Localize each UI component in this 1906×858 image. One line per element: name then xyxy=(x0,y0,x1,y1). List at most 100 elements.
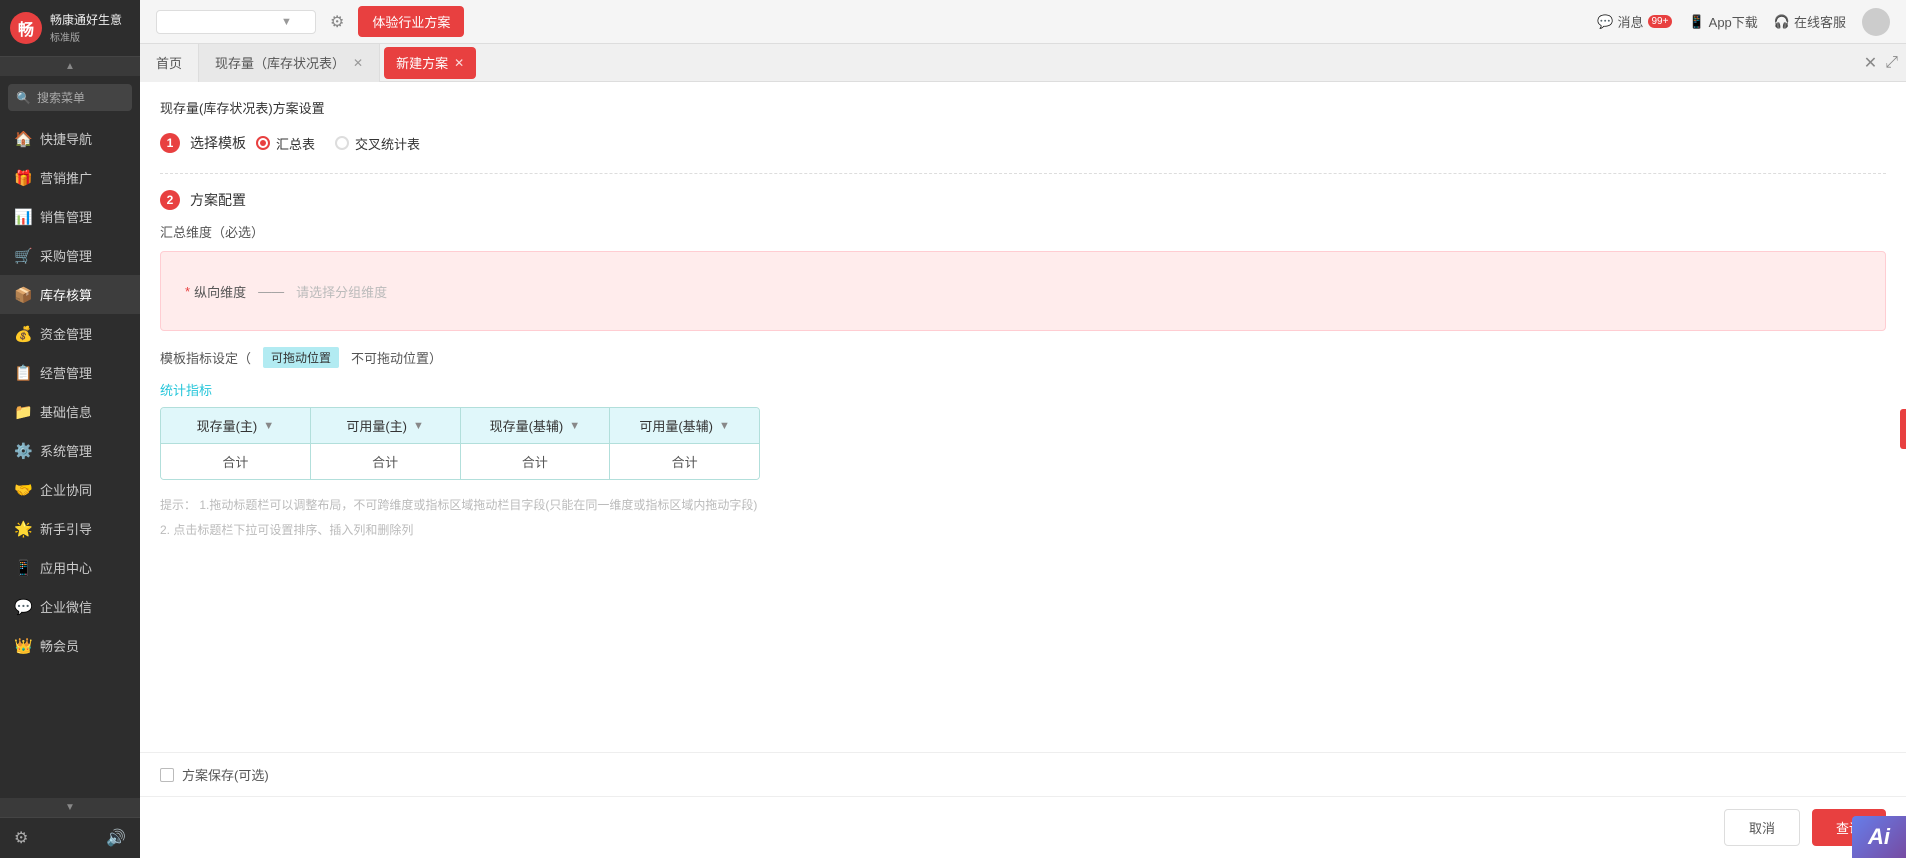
save-checkbox[interactable] xyxy=(160,768,174,782)
headset-icon: 🎧 xyxy=(1774,14,1790,30)
scroll-down-arrow[interactable]: ▼ xyxy=(63,800,77,815)
sidebar-item-label-sales: 销售管理 xyxy=(40,207,92,226)
sidebar-item-operations[interactable]: 📋 经营管理 xyxy=(0,353,140,392)
stats-col-header-1[interactable]: 可用量(主) ▼ xyxy=(311,408,461,443)
hints-section: 提示： 1.拖动标题栏可以调整布局，不可跨维度或指标区域拖动栏目字段(只能在同一… xyxy=(160,496,1886,540)
radio-summary-dot xyxy=(256,136,270,150)
audio-icon[interactable]: 🔊 xyxy=(106,828,126,848)
tab-inventory-label: 现存量（库存状况表） xyxy=(215,53,345,72)
tab-home[interactable]: 首页 xyxy=(140,44,199,82)
sidebar-item-finance[interactable]: 💰 资金管理 xyxy=(0,314,140,353)
sidebar-item-corp[interactable]: 🤝 企业协同 xyxy=(0,470,140,509)
ai-badge: Ai xyxy=(1852,816,1906,858)
gift-icon: 🎁 xyxy=(14,169,32,187)
tabs-expand-icon[interactable]: ⤢ xyxy=(1885,54,1898,72)
sidebar-item-marketing[interactable]: 🎁 营销推广 xyxy=(0,158,140,197)
sidebar-search[interactable]: 🔍 搜索菜单 xyxy=(8,84,132,111)
sidebar-item-label-purchase: 采购管理 xyxy=(40,246,92,265)
footer-actions: 取消 查询 xyxy=(140,796,1906,858)
stats-table-header: 现存量(主) ▼ 可用量(主) ▼ 现存量(基辅) ▼ 可用量(基辅) ▼ xyxy=(161,408,759,443)
sidebar-item-label-system: 系统管理 xyxy=(40,441,92,460)
stats-body-col-3: 合计 xyxy=(610,444,759,479)
stats-body-label-2: 合计 xyxy=(522,452,548,471)
radio-cross-dot xyxy=(335,136,349,150)
stats-col-label-3: 可用量(基辅) xyxy=(639,416,713,435)
content-area: 现存量(库存状况表)方案设置 1 选择模板 汇总表 交叉统计表 xyxy=(140,82,1906,752)
stats-col-header-2[interactable]: 现存量(基辅) ▼ xyxy=(461,408,611,443)
radio-summary-label: 汇总表 xyxy=(276,134,315,153)
stats-body-label-0: 合计 xyxy=(222,452,248,471)
dimension-required-mark: * xyxy=(185,284,190,299)
stats-col-label-0: 现存量(主) xyxy=(197,416,258,435)
sidebar-item-newbie[interactable]: 🌟 新手引导 xyxy=(0,509,140,548)
dimension-box[interactable]: * 纵向维度 —— 请选择分组维度 xyxy=(160,251,1886,331)
tabs-close-icon[interactable]: ✕ xyxy=(1864,53,1877,73)
sidebar-nav: 🏠 快捷导航 🎁 营销推广 📊 销售管理 🛒 采购管理 📦 库存核算 💰 资金管… xyxy=(0,119,140,798)
star-icon: 🌟 xyxy=(14,520,32,538)
sidebar-item-appstore[interactable]: 📱 应用中心 xyxy=(0,548,140,587)
sidebar-item-sales[interactable]: 📊 销售管理 xyxy=(0,197,140,236)
sidebar-item-label-inventory: 库存核算 xyxy=(40,285,92,304)
indicator-tag-fixed: 不可拖动位置） xyxy=(351,348,442,367)
dimension-placeholder: 请选择分组维度 xyxy=(296,282,387,301)
stats-table-body: 合计 合计 合计 合计 xyxy=(161,443,759,479)
sidebar-item-shortcut[interactable]: 🏠 快捷导航 xyxy=(0,119,140,158)
stats-label: 统计指标 xyxy=(160,380,1886,399)
sidebar-item-label-appstore: 应用中心 xyxy=(40,558,92,577)
topbar-gear-icon[interactable]: ⚙ xyxy=(330,12,344,32)
col-chevron-3[interactable]: ▼ xyxy=(719,420,730,432)
tab-new-scheme[interactable]: 新建方案 ✕ xyxy=(384,47,476,79)
radio-cross-label: 交叉统计表 xyxy=(355,134,420,153)
radio-cross[interactable]: 交叉统计表 xyxy=(335,134,420,153)
tab-inventory-close-icon[interactable]: ✕ xyxy=(353,56,363,70)
app-name: 畅康通好生意 xyxy=(50,12,122,29)
stats-body-col-0: 合计 xyxy=(161,444,311,479)
messages-btn[interactable]: 💬 消息 99+ xyxy=(1597,12,1672,31)
sidebar-item-purchase[interactable]: 🛒 采购管理 xyxy=(0,236,140,275)
radio-summary[interactable]: 汇总表 xyxy=(256,134,315,153)
app-logo-icon: 畅 xyxy=(10,12,42,44)
tabs-bar-end: ✕ ⤢ xyxy=(1864,53,1906,73)
cancel-button[interactable]: 取消 xyxy=(1724,809,1800,846)
tab-inventory-status[interactable]: 现存量（库存状况表） ✕ xyxy=(199,44,380,82)
sidebar-item-label-operations: 经营管理 xyxy=(40,363,92,382)
stats-body-label-1: 合计 xyxy=(372,452,398,471)
user-avatar[interactable] xyxy=(1862,8,1890,36)
tab-new-scheme-close-icon[interactable]: ✕ xyxy=(454,56,464,70)
scroll-up-arrow[interactable]: ▲ xyxy=(63,59,77,74)
crown-icon: 👑 xyxy=(14,637,32,655)
sidebar-item-member[interactable]: 👑 畅会员 xyxy=(0,626,140,665)
indicator-tag-movable: 可拖动位置 xyxy=(263,347,339,368)
phone-download-icon: 📱 xyxy=(1688,14,1704,30)
topbar-chevron-icon[interactable]: ▼ xyxy=(281,16,292,28)
stats-col-header-0[interactable]: 现存量(主) ▼ xyxy=(161,408,311,443)
tabs-bar: 首页 现存量（库存状况表） ✕ 新建方案 ✕ ✕ ⤢ xyxy=(140,44,1906,82)
step2-badge: 2 xyxy=(160,190,180,210)
stats-table: 现存量(主) ▼ 可用量(主) ▼ 现存量(基辅) ▼ 可用量(基辅) ▼ xyxy=(160,407,760,480)
messages-badge: 99+ xyxy=(1648,15,1673,28)
step1-label: 选择模板 xyxy=(190,133,246,153)
app-sub: 标准版 xyxy=(50,29,122,44)
chart-icon: 📊 xyxy=(14,208,32,226)
step1-header: 1 选择模板 汇总表 交叉统计表 xyxy=(160,133,1886,153)
topbar-input-area[interactable]: ▼ xyxy=(156,10,316,34)
search-icon: 🔍 xyxy=(16,91,31,105)
cart-icon: 🛒 xyxy=(14,247,32,265)
messages-label: 消息 xyxy=(1617,12,1643,31)
settings-icon[interactable]: ⚙ xyxy=(14,828,28,848)
sidebar-item-label-finance: 资金管理 xyxy=(40,324,92,343)
trial-btn[interactable]: 体验行业方案 xyxy=(358,6,464,37)
sidebar-item-system[interactable]: ⚙️ 系统管理 xyxy=(0,431,140,470)
sidebar-item-wechat[interactable]: 💬 企业微信 xyxy=(0,587,140,626)
sidebar-item-basic[interactable]: 📁 基础信息 xyxy=(0,392,140,431)
right-edge-indicator xyxy=(1900,409,1906,449)
online-service-btn[interactable]: 🎧 在线客服 xyxy=(1774,12,1846,31)
col-chevron-1[interactable]: ▼ xyxy=(413,420,424,432)
topbar-input[interactable] xyxy=(165,15,275,29)
sidebar-item-inventory[interactable]: 📦 库存核算 xyxy=(0,275,140,314)
col-chevron-0[interactable]: ▼ xyxy=(263,420,274,432)
stats-col-header-3[interactable]: 可用量(基辅) ▼ xyxy=(610,408,759,443)
col-chevron-2[interactable]: ▼ xyxy=(569,420,580,432)
app-download-btn[interactable]: 📱 App下载 xyxy=(1688,12,1757,31)
radio-group: 汇总表 交叉统计表 xyxy=(256,134,420,153)
